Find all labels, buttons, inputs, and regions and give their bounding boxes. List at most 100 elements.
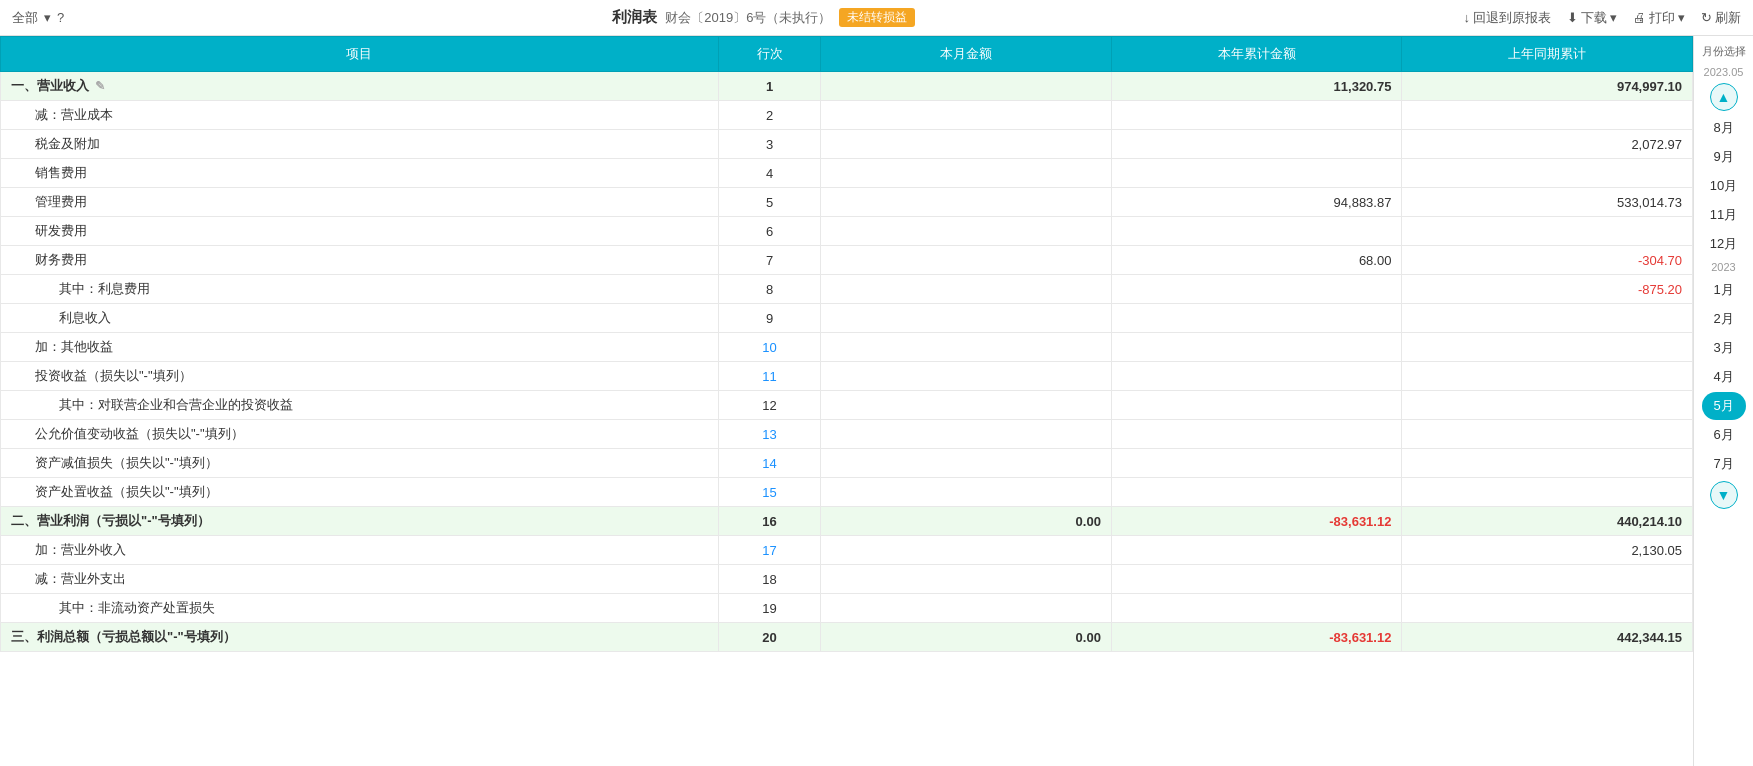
cell-item: 减：营业外支出 xyxy=(1,565,719,594)
cell-year-amount xyxy=(1111,159,1402,188)
cell-prev-year xyxy=(1402,449,1693,478)
cell-month-amount xyxy=(821,333,1112,362)
top-bar-right: ↓ 回退到原报表 ⬇ 下载 ▾ 🖨 打印 ▾ ↻ 刷新 xyxy=(1463,9,1741,27)
main-layout: 项目 行次 本月金额 本年累计金额 上年同期累计 一、营业收入✎111,320.… xyxy=(0,36,1753,766)
cell-year-amount xyxy=(1111,391,1402,420)
report-title: 利润表 xyxy=(612,8,657,27)
cell-month-amount xyxy=(821,101,1112,130)
cell-item: 其中：利息费用 xyxy=(1,275,719,304)
help-icon[interactable]: ? xyxy=(57,10,64,25)
cell-row-number: 14 xyxy=(718,449,821,478)
month-item-2[interactable]: 2月 xyxy=(1702,305,1746,333)
month-item-11[interactable]: 11月 xyxy=(1702,201,1746,229)
cell-year-amount xyxy=(1111,449,1402,478)
month-item-12[interactable]: 12月 xyxy=(1702,230,1746,258)
col-header-item: 项目 xyxy=(1,37,719,72)
month-item-10[interactable]: 10月 xyxy=(1702,172,1746,200)
cell-item: 利息收入 xyxy=(1,304,719,333)
cell-year-amount: 94,883.87 xyxy=(1111,188,1402,217)
cell-month-amount xyxy=(821,304,1112,333)
cell-year-amount xyxy=(1111,275,1402,304)
cell-month-amount xyxy=(821,565,1112,594)
report-table: 项目 行次 本月金额 本年累计金额 上年同期累计 一、营业收入✎111,320.… xyxy=(0,36,1693,652)
cell-year-amount: 11,320.75 xyxy=(1111,72,1402,101)
cell-month-amount xyxy=(821,159,1112,188)
cell-month-amount xyxy=(821,246,1112,275)
cell-year-amount: 68.00 xyxy=(1111,246,1402,275)
cell-month-amount xyxy=(821,594,1112,623)
cell-year-amount xyxy=(1111,536,1402,565)
table-row: 其中：利息费用8-875.20 xyxy=(1,275,1693,304)
month-nav-up[interactable]: ▲ xyxy=(1710,83,1738,111)
table-row: 财务费用768.00-304.70 xyxy=(1,246,1693,275)
cell-item: 三、利润总额（亏损总额以"-"号填列） xyxy=(1,623,719,652)
cell-item: 加：其他收益 xyxy=(1,333,719,362)
cell-month-amount xyxy=(821,391,1112,420)
cell-month-amount xyxy=(821,362,1112,391)
month-item-5[interactable]: 5月 xyxy=(1702,392,1746,420)
cell-row-number: 2 xyxy=(718,101,821,130)
cell-row-number: 13 xyxy=(718,420,821,449)
cell-row-number: 20 xyxy=(718,623,821,652)
month-item-3[interactable]: 3月 xyxy=(1702,334,1746,362)
cell-item: 投资收益（损失以"-"填列） xyxy=(1,362,719,391)
cell-item: 管理费用 xyxy=(1,188,719,217)
app-container: 全部 ▾ ? 利润表 财会〔2019〕6号（未执行） 未结转损益 ↓ 回退到原报… xyxy=(0,0,1753,766)
month-item-4[interactable]: 4月 xyxy=(1702,363,1746,391)
cell-row-number: 7 xyxy=(718,246,821,275)
month-list: 8月9月10月11月12月20231月2月3月4月5月6月7月 xyxy=(1702,113,1746,479)
col-header-year: 本年累计金额 xyxy=(1111,37,1402,72)
back-button[interactable]: ↓ 回退到原报表 xyxy=(1463,9,1551,27)
cell-year-amount xyxy=(1111,594,1402,623)
top-bar: 全部 ▾ ? 利润表 财会〔2019〕6号（未执行） 未结转损益 ↓ 回退到原报… xyxy=(0,0,1753,36)
col-header-row: 行次 xyxy=(718,37,821,72)
cell-row-number: 9 xyxy=(718,304,821,333)
month-nav-down[interactable]: ▼ xyxy=(1710,481,1738,509)
cell-prev-year xyxy=(1402,565,1693,594)
month-item-8[interactable]: 8月 xyxy=(1702,114,1746,142)
month-item-6[interactable]: 6月 xyxy=(1702,421,1746,449)
table-row: 销售费用4 xyxy=(1,159,1693,188)
table-body: 一、营业收入✎111,320.75974,997.10减：营业成本2税金及附加3… xyxy=(1,72,1693,652)
print-button[interactable]: 🖨 打印 ▾ xyxy=(1633,9,1685,27)
current-year-label: 2023.05 xyxy=(1704,66,1744,78)
top-bar-center: 利润表 财会〔2019〕6号（未执行） 未结转损益 xyxy=(612,8,915,27)
refresh-button[interactable]: ↻ 刷新 xyxy=(1701,9,1741,27)
nav-arrow: ▾ xyxy=(44,10,51,25)
month-item-1[interactable]: 1月 xyxy=(1702,276,1746,304)
cell-row-number: 1 xyxy=(718,72,821,101)
cell-prev-year: 442,344.15 xyxy=(1402,623,1693,652)
cell-month-amount xyxy=(821,275,1112,304)
table-row: 研发费用6 xyxy=(1,217,1693,246)
status-badge[interactable]: 未结转损益 xyxy=(839,8,915,27)
cell-item: 资产处置收益（损失以"-"填列） xyxy=(1,478,719,507)
table-row: 三、利润总额（亏损总额以"-"号填列）200.00-83,631.12442,3… xyxy=(1,623,1693,652)
cell-prev-year xyxy=(1402,478,1693,507)
cell-year-amount xyxy=(1111,420,1402,449)
table-row: 利息收入9 xyxy=(1,304,1693,333)
table-row: 减：营业外支出18 xyxy=(1,565,1693,594)
top-bar-left: 全部 ▾ ? xyxy=(12,9,64,27)
cell-row-number: 10 xyxy=(718,333,821,362)
download-button[interactable]: ⬇ 下载 ▾ xyxy=(1567,9,1617,27)
table-row: 资产减值损失（损失以"-"填列）14 xyxy=(1,449,1693,478)
cell-item: 一、营业收入✎ xyxy=(1,72,719,101)
month-sidebar: 月份选择 2023.05 ▲ 8月9月10月11月12月20231月2月3月4月… xyxy=(1693,36,1753,766)
cell-year-amount: -83,631.12 xyxy=(1111,623,1402,652)
cell-month-amount xyxy=(821,72,1112,101)
nav-all[interactable]: 全部 xyxy=(12,9,38,27)
table-area[interactable]: 项目 行次 本月金额 本年累计金额 上年同期累计 一、营业收入✎111,320.… xyxy=(0,36,1693,766)
table-row: 加：营业外收入172,130.05 xyxy=(1,536,1693,565)
cell-month-amount xyxy=(821,449,1112,478)
month-item-9[interactable]: 9月 xyxy=(1702,143,1746,171)
table-row: 其中：对联营企业和合营企业的投资收益12 xyxy=(1,391,1693,420)
cell-prev-year: 2,072.97 xyxy=(1402,130,1693,159)
edit-icon[interactable]: ✎ xyxy=(95,79,105,93)
cell-prev-year xyxy=(1402,391,1693,420)
doc-info: 财会〔2019〕6号（未执行） xyxy=(665,9,831,27)
month-item-7[interactable]: 7月 xyxy=(1702,450,1746,478)
table-row: 减：营业成本2 xyxy=(1,101,1693,130)
cell-year-amount: -83,631.12 xyxy=(1111,507,1402,536)
cell-item: 公允价值变动收益（损失以"-"填列） xyxy=(1,420,719,449)
cell-year-amount xyxy=(1111,130,1402,159)
